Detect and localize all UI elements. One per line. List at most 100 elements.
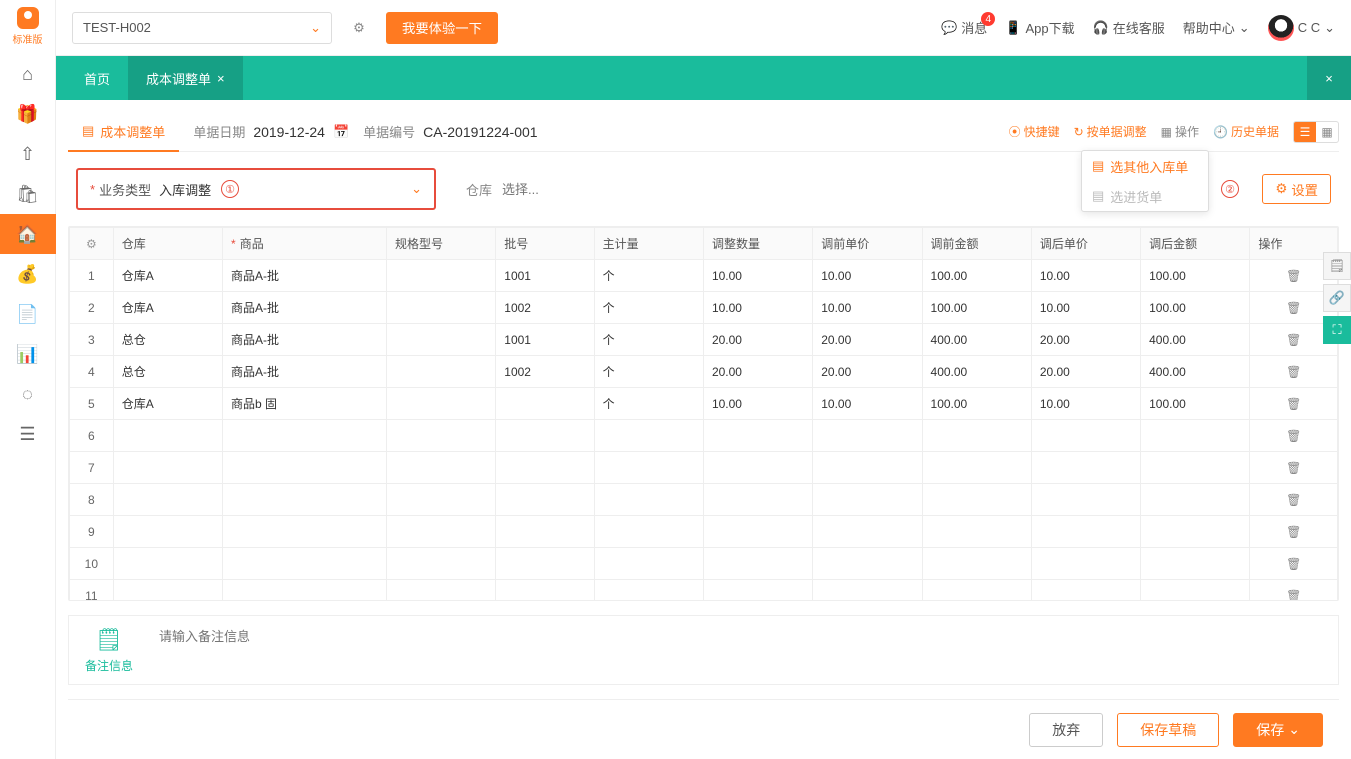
table-row[interactable]: 4 总仓 商品A-批 1002 个 20.00 20.00 400.00 20.… [70, 356, 1338, 388]
tab-cost-adjust[interactable]: 成本调整单 × [128, 56, 243, 100]
cell-unit[interactable]: 个 [594, 292, 703, 324]
business-type-select[interactable]: * 业务类型 入库调整 ① ⌄ [76, 168, 436, 210]
cell-batch[interactable]: 1002 [496, 356, 594, 388]
messages-link[interactable]: 💬 消息 4 [941, 18, 987, 37]
nav-up-icon[interactable]: ⇧ [0, 134, 56, 174]
table-row[interactable]: 1 仓库A 商品A-批 1001 个 10.00 10.00 100.00 10… [70, 260, 1338, 292]
app-download-link[interactable]: 📱 App下载 [1005, 18, 1074, 37]
row-delete-icon[interactable]: 🗑 [1250, 388, 1338, 420]
cell-product[interactable]: 商品b 固 [223, 388, 387, 420]
date-value[interactable]: 2019-12-24 [253, 124, 325, 140]
view-list-icon[interactable]: ☰ [1294, 122, 1316, 142]
cell-qty[interactable]: 20.00 [703, 356, 812, 388]
row-delete-icon[interactable]: 🗑 [1250, 452, 1338, 484]
cell-spec[interactable] [386, 324, 495, 356]
shortcut-link[interactable]: ⦿快捷键 [1009, 123, 1060, 140]
cell-price-before[interactable]: 20.00 [813, 324, 922, 356]
dropdown-other-inbound[interactable]: ▤ 选其他入库单 [1082, 151, 1208, 181]
cell-warehouse[interactable]: 仓库A [113, 292, 222, 324]
close-all-tabs[interactable]: × [1307, 56, 1351, 100]
cell-warehouse[interactable]: 仓库A [113, 388, 222, 420]
try-button[interactable]: 我要体验一下 [386, 12, 498, 44]
cell-unit[interactable]: 个 [594, 356, 703, 388]
table-row[interactable]: 3 总仓 商品A-批 1001 个 20.00 20.00 400.00 20.… [70, 324, 1338, 356]
nav-money-icon[interactable]: 💰 [0, 254, 56, 294]
th-gear[interactable]: ⚙ [70, 228, 114, 260]
nav-bag-icon[interactable]: 🛍 [0, 174, 56, 214]
user-menu[interactable]: C C ⌄ [1268, 15, 1335, 41]
row-delete-icon[interactable]: 🗑 [1250, 516, 1338, 548]
cell-price-before[interactable]: 20.00 [813, 356, 922, 388]
nav-report-icon[interactable]: 📊 [0, 334, 56, 374]
cell-price-after[interactable]: 20.00 [1031, 356, 1140, 388]
cell-amount-after[interactable]: 400.00 [1141, 356, 1250, 388]
cell-warehouse[interactable]: 仓库A [113, 260, 222, 292]
cell-amount-after[interactable]: 100.00 [1141, 388, 1250, 420]
cell-warehouse[interactable]: 总仓 [113, 324, 222, 356]
save-button[interactable]: 保存 ⌄ [1233, 713, 1323, 747]
cell-price-after[interactable]: 10.00 [1031, 260, 1140, 292]
nav-doc-icon[interactable]: 📄 [0, 294, 56, 334]
cell-price-after[interactable]: 10.00 [1031, 292, 1140, 324]
row-delete-icon[interactable]: 🗑 [1250, 580, 1338, 602]
table-row-empty[interactable]: 8🗑 [70, 484, 1338, 516]
cell-amount-after[interactable]: 400.00 [1141, 324, 1250, 356]
settings-button[interactable]: ⚙ 设置 [1262, 174, 1331, 204]
cell-price-before[interactable]: 10.00 [813, 388, 922, 420]
view-grid-icon[interactable]: ▦ [1316, 122, 1338, 142]
cell-product[interactable]: 商品A-批 [223, 324, 387, 356]
row-delete-icon[interactable]: 🗑 [1250, 484, 1338, 516]
tab-home[interactable]: 首页 [66, 56, 128, 100]
row-delete-icon[interactable]: 🗑 [1250, 548, 1338, 580]
table-row-empty[interactable]: 10🗑 [70, 548, 1338, 580]
cell-amount-after[interactable]: 100.00 [1141, 260, 1250, 292]
nav-warehouse-icon[interactable]: 🏠 [0, 214, 56, 254]
cell-spec[interactable] [386, 292, 495, 324]
cell-batch[interactable]: 1002 [496, 292, 594, 324]
history-link[interactable]: 🕘历史单据 [1213, 123, 1279, 140]
table-row-empty[interactable]: 6🗑 [70, 420, 1338, 452]
doc-tab-active[interactable]: ▤ 成本调整单 [68, 112, 179, 152]
table-row-empty[interactable]: 11🗑 [70, 580, 1338, 602]
table-row-empty[interactable]: 9🗑 [70, 516, 1338, 548]
row-delete-icon[interactable]: 🗑 [1250, 420, 1338, 452]
close-icon[interactable]: × [217, 71, 225, 86]
dock-note-icon[interactable]: 🗒 [1323, 252, 1351, 280]
cell-amount-before[interactable]: 100.00 [922, 388, 1031, 420]
cell-price-before[interactable]: 10.00 [813, 292, 922, 324]
cell-amount-before[interactable]: 100.00 [922, 292, 1031, 324]
cell-price-after[interactable]: 10.00 [1031, 388, 1140, 420]
cell-batch[interactable] [496, 388, 594, 420]
nav-gift-icon[interactable]: 🎁 [0, 94, 56, 134]
nav-home-icon[interactable]: ⌂ [0, 54, 56, 94]
table-row[interactable]: 5 仓库A 商品b 固 个 10.00 10.00 100.00 10.00 1… [70, 388, 1338, 420]
nav-new-icon[interactable]: ☰ [0, 414, 56, 454]
cell-unit[interactable]: 个 [594, 260, 703, 292]
table-row-empty[interactable]: 7🗑 [70, 452, 1338, 484]
cell-spec[interactable] [386, 356, 495, 388]
cell-product[interactable]: 商品A-批 [223, 356, 387, 388]
cell-amount-before[interactable]: 100.00 [922, 260, 1031, 292]
cell-qty[interactable]: 20.00 [703, 324, 812, 356]
by-document-link[interactable]: ↻按单据调整 [1074, 123, 1147, 140]
remark-input[interactable] [149, 616, 1338, 684]
cell-spec[interactable] [386, 388, 495, 420]
org-settings-icon[interactable]: ⚙ [344, 13, 374, 43]
cell-batch[interactable]: 1001 [496, 324, 594, 356]
cell-price-after[interactable]: 20.00 [1031, 324, 1140, 356]
abandon-button[interactable]: 放弃 [1029, 713, 1103, 747]
cell-amount-before[interactable]: 400.00 [922, 324, 1031, 356]
table-row[interactable]: 2 仓库A 商品A-批 1002 个 10.00 10.00 100.00 10… [70, 292, 1338, 324]
calendar-icon[interactable]: 📅 [333, 124, 349, 140]
customer-service-link[interactable]: 🎧 在线客服 [1093, 18, 1165, 37]
org-selector[interactable]: TEST-H002 ⌄ [72, 12, 332, 44]
cell-qty[interactable]: 10.00 [703, 260, 812, 292]
save-draft-button[interactable]: 保存草稿 [1117, 713, 1219, 747]
cell-qty[interactable]: 10.00 [703, 388, 812, 420]
dock-expand-icon[interactable]: ⛶ [1323, 316, 1351, 344]
cell-unit[interactable]: 个 [594, 388, 703, 420]
cell-warehouse[interactable]: 总仓 [113, 356, 222, 388]
cell-spec[interactable] [386, 260, 495, 292]
cell-qty[interactable]: 10.00 [703, 292, 812, 324]
dropdown-purchase[interactable]: ▤ 选进货单 [1082, 181, 1208, 211]
